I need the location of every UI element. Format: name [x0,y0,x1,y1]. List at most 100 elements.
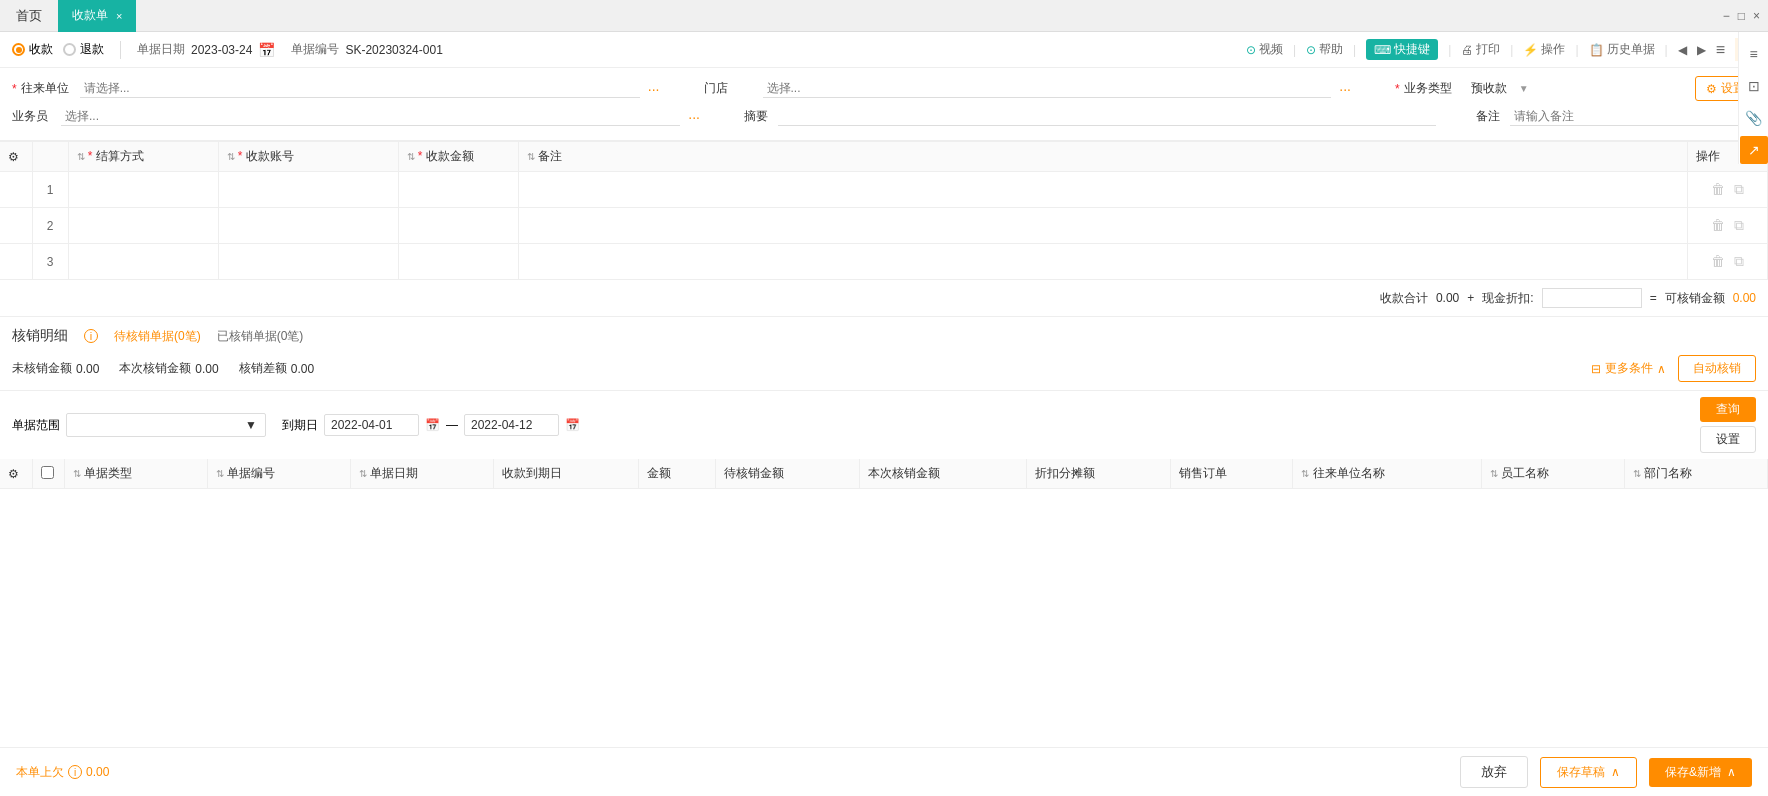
summary-input[interactable] [778,107,1436,126]
filter-setting-btn[interactable]: 设置 [1700,426,1756,453]
table-row: 3 🗑 ⧉ [0,244,1768,280]
row-3-settle[interactable] [68,244,218,280]
col-settle-header: ⇅ * 结算方式 [68,142,218,172]
row-2-settle[interactable] [68,208,218,244]
delete-icon-2[interactable]: 🗑 [1711,217,1725,233]
order-info-icon[interactable]: i [68,765,82,779]
row-2-account[interactable] [218,208,398,244]
video-btn[interactable]: ⊙ 视频 [1246,41,1283,58]
biz-type-chevron[interactable]: ▼ [1519,83,1529,94]
writeoff-table: ⚙ ⇅ 单据类型 ⇅ 单据编号 [0,459,1768,489]
next-btn[interactable]: ▶ [1697,43,1706,57]
table-row: 1 🗑 ⧉ [0,172,1768,208]
calendar-to-icon[interactable]: 📅 [565,418,580,432]
range-chevron: ▼ [245,418,257,432]
receipt-radio-dot [12,43,25,56]
available-value: 0.00 [1733,291,1756,305]
query-btn[interactable]: 查询 [1700,397,1756,422]
copy-icon-3[interactable]: ⧉ [1734,253,1744,269]
counterparty-input[interactable] [80,79,640,98]
col-account-header: ⇅ * 收款账号 [218,142,398,172]
help-btn[interactable]: ⊙ 帮助 [1306,41,1343,58]
draft-button[interactable]: 保存草稿 ∧ [1540,757,1637,788]
staff-more-icon[interactable]: ··· [684,109,704,125]
date-from-input[interactable] [324,414,419,436]
auto-writeoff-btn[interactable]: 自动核销 [1678,355,1756,382]
total-label: 收款合计 [1380,290,1428,307]
sidebar-icon-2[interactable]: ⊡ [1740,72,1768,100]
select-all-checkbox[interactable] [41,466,54,479]
col-setting-header[interactable]: ⚙ [0,142,32,172]
discount-input[interactable] [1542,288,1642,308]
copy-icon-2[interactable]: ⧉ [1734,217,1744,233]
tab-receipt[interactable]: 收款单 × [58,0,136,32]
row-1-account[interactable] [218,172,398,208]
calendar-from-icon[interactable]: 📅 [425,418,440,432]
sort-icon-3: ⇅ [407,151,415,162]
col-check-header: ⚙ [0,459,32,489]
history-icon: 📋 [1589,43,1604,57]
writeoff-info-icon[interactable]: i [84,329,98,343]
bottom-table-wrap: ⚙ ⇅ 单据类型 ⇅ 单据编号 [0,459,1768,747]
date-value[interactable]: 2023-03-24 [191,43,252,57]
col-dept-header: ⇅ 部门名称 [1624,459,1767,489]
staff-input[interactable] [61,107,680,126]
tab-home[interactable]: 首页 [0,0,58,32]
draft-chevron[interactable]: ∧ [1611,765,1620,779]
date-to-input[interactable] [464,414,559,436]
print-btn[interactable]: 🖨 打印 [1461,41,1500,58]
row-1-settle[interactable] [68,172,218,208]
maximize-btn[interactable]: □ [1738,9,1745,23]
row-1-amount[interactable] [398,172,518,208]
range-select[interactable]: ▼ [66,413,266,437]
delete-icon-1[interactable]: 🗑 [1711,181,1725,197]
remark-label: 备注 [1476,108,1506,125]
row-3-account[interactable] [218,244,398,280]
delete-icon-3[interactable]: 🗑 [1711,253,1725,269]
receipt-radio[interactable]: 收款 [12,41,53,58]
row-3-num: 3 [32,244,68,280]
row-2-amount[interactable] [398,208,518,244]
save-chevron[interactable]: ∧ [1727,765,1736,779]
store-more-icon[interactable]: ··· [1335,81,1355,97]
sidebar-icon-4[interactable]: ↗ [1740,136,1768,164]
calendar-icon[interactable]: 📅 [258,42,275,58]
discard-button[interactable]: 放弃 [1460,756,1528,788]
col-pending-header: 待核销金额 [715,459,859,489]
operation-btn[interactable]: ⚡ 操作 [1523,41,1565,58]
row-3-note[interactable] [518,244,1688,280]
equals-sign: = [1650,291,1657,305]
shortcut-btn[interactable]: ⌨ 快捷键 [1366,39,1438,60]
refund-radio[interactable]: 退款 [63,41,104,58]
counterparty-more-icon[interactable]: ··· [644,81,664,97]
staff-label: 业务员 [12,108,57,125]
store-input[interactable] [763,79,1332,98]
history-btn[interactable]: 📋 历史单据 [1589,41,1655,58]
col-amount-header: 金额 [638,459,715,489]
sidebar-icon-1[interactable]: ≡ [1740,40,1768,68]
layout-btn1[interactable]: ≡ [1716,41,1725,59]
minimize-btn[interactable]: − [1723,9,1730,23]
col-date-header: ⇅ 单据日期 [350,459,493,489]
more-conditions-btn[interactable]: ⊟ 更多条件 ∧ [1591,360,1666,377]
row-2-note[interactable] [518,208,1688,244]
prev-btn[interactable]: ◀ [1678,43,1687,57]
tab-close-icon[interactable]: × [116,10,122,22]
pending-tab[interactable]: 待核销单据(0笔) [114,328,201,345]
sep7: | [1665,43,1668,57]
sep6: | [1575,43,1578,57]
remark-input[interactable] [1510,107,1756,126]
sidebar-icon-3[interactable]: 📎 [1740,104,1768,132]
date-field: 单据日期 2023-03-24 📅 [137,41,275,58]
col-staff-header: ⇅ 员工名称 [1481,459,1624,489]
current-stat: 本次核销金额 0.00 [119,360,218,377]
close-btn[interactable]: × [1753,9,1760,23]
save-button[interactable]: 保存&新增 ∧ [1649,758,1752,787]
counterparty-field: * 往来单位 ··· [12,79,664,98]
done-tab[interactable]: 已核销单据(0笔) [217,328,304,345]
row-3-amount[interactable] [398,244,518,280]
copy-icon-1[interactable]: ⧉ [1734,181,1744,197]
col-setting-icon[interactable]: ⚙ [8,467,19,481]
row-1-setting [0,172,32,208]
row-1-note[interactable] [518,172,1688,208]
